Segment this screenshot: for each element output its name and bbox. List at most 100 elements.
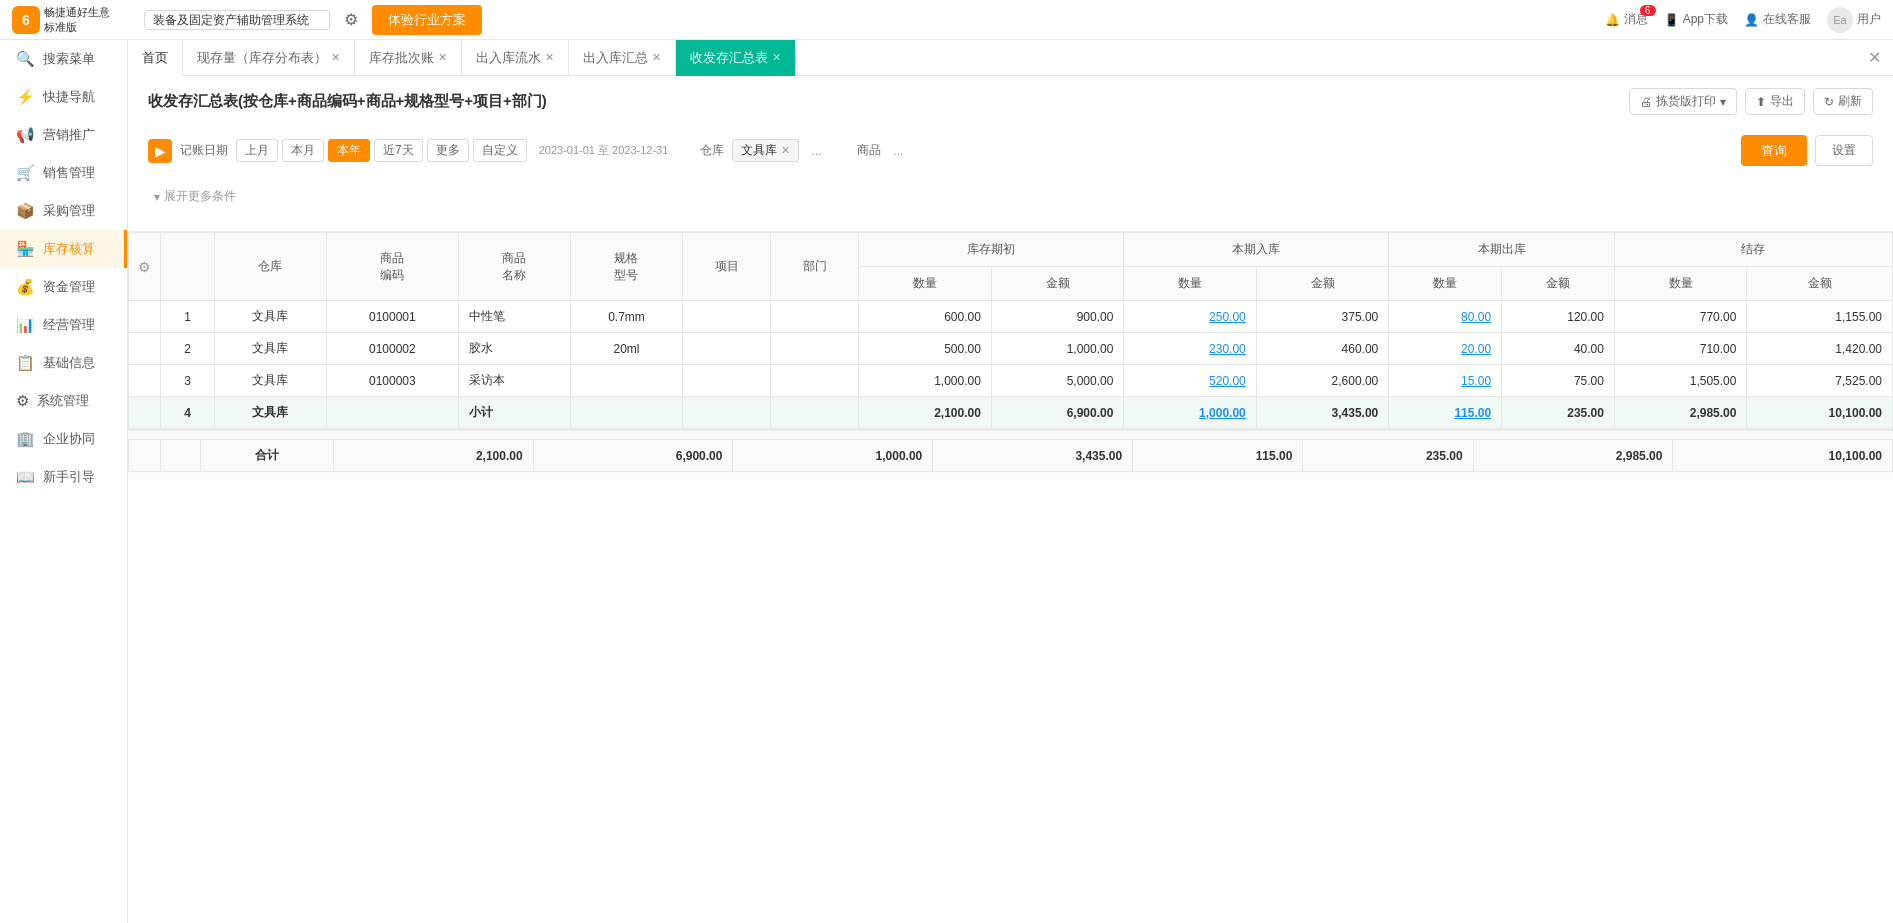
expand-conditions-button[interactable]: ▾ 展开更多条件 [148, 182, 242, 211]
sidebar-item-search[interactable]: 🔍 搜索菜单 [0, 40, 127, 78]
goods-more-btn[interactable]: ... [889, 144, 907, 158]
sidebar-label-newguide: 新手引导 [43, 468, 95, 486]
col-in-amt-header: 金额 [1256, 267, 1388, 301]
table-cell: 235.00 [1502, 397, 1615, 429]
sidebar-item-system[interactable]: ⚙ 系统管理 [0, 382, 127, 420]
tab-recv-send-summary[interactable]: 收发存汇总表 ✕ [676, 40, 796, 76]
date-btn-7days[interactable]: 近7天 [374, 139, 423, 162]
sidebar-item-enterprise[interactable]: 🏢 企业协同 [0, 420, 127, 458]
sidebar-item-sales[interactable]: 🛒 销售管理 [0, 154, 127, 192]
table-link[interactable]: 20.00 [1461, 342, 1491, 356]
table-link[interactable]: 230.00 [1209, 342, 1246, 356]
table-cell [129, 333, 161, 365]
tab-inventory-dist-close[interactable]: ✕ [331, 51, 340, 64]
tab-batch[interactable]: 库存批次账 ✕ [355, 40, 462, 76]
table-cell: 5,000.00 [991, 365, 1123, 397]
table-link[interactable]: 115.00 [1454, 406, 1491, 420]
date-btn-more[interactable]: 更多 [427, 139, 469, 162]
inventory-icon: 🏪 [16, 240, 35, 258]
col-out-amt-header: 金额 [1502, 267, 1615, 301]
table-cell: 10,100.00 [1747, 397, 1893, 429]
export-button[interactable]: ⬆ 导出 [1745, 88, 1805, 115]
date-btn-custom[interactable]: 自定义 [473, 139, 527, 162]
sidebar-item-purchase[interactable]: 📦 采购管理 [0, 192, 127, 230]
tab-inout-summary[interactable]: 出入库汇总 ✕ [569, 40, 676, 76]
sidebar-item-operation[interactable]: 📊 经营管理 [0, 306, 127, 344]
table-cell: 1 [161, 301, 215, 333]
tab-home[interactable]: 首页 [128, 40, 183, 76]
tab-bar-close-button[interactable]: ✕ [1856, 48, 1893, 67]
date-btn-this-month[interactable]: 本月 [282, 139, 324, 162]
table-cell: 文具库 [215, 301, 326, 333]
print-button[interactable]: 🖨 拣货版打印 ▾ [1629, 88, 1737, 115]
notification-badge: 6 [1640, 5, 1656, 16]
sidebar-item-basic[interactable]: 📋 基础信息 [0, 344, 127, 382]
col-ending-amt-header: 金额 [1747, 267, 1893, 301]
col-no-header [161, 233, 215, 301]
table-cell [771, 333, 859, 365]
table-link[interactable]: 80.00 [1461, 310, 1491, 324]
date-btn-this-year[interactable]: 本年 [328, 139, 370, 162]
table-area: ⚙ 仓库 商品编码 商品名称 规格型号 项目 部门 库存期初 [128, 232, 1893, 429]
service-icon: 👤 [1744, 13, 1759, 27]
tab-inventory-dist[interactable]: 现存量（库存分布表） ✕ [183, 40, 355, 76]
user-item[interactable]: Ea 用户 [1827, 7, 1881, 33]
sidebar-item-quicknav[interactable]: ⚡ 快捷导航 [0, 78, 127, 116]
tab-inout-summary-close[interactable]: ✕ [652, 51, 661, 64]
trial-button[interactable]: 体验行业方案 [372, 5, 482, 35]
table-cell[interactable]: 230.00 [1124, 333, 1256, 365]
system-selector[interactable]: 装备及固定资产辅助管理系统 [144, 10, 330, 30]
table-cell [771, 397, 859, 429]
sidebar-item-newguide[interactable]: 📖 新手引导 [0, 458, 127, 496]
table-cell[interactable]: 80.00 [1389, 301, 1502, 333]
table-cell: 1,420.00 [1747, 333, 1893, 365]
table-cell[interactable]: 1,000.00 [1124, 397, 1256, 429]
sidebar-item-inventory[interactable]: 🏪 库存核算 [0, 230, 127, 268]
table-link[interactable]: 520.00 [1209, 374, 1246, 388]
query-button[interactable]: 查询 [1741, 135, 1807, 166]
table-cell[interactable]: 520.00 [1124, 365, 1256, 397]
notification-item[interactable]: 🔔 消息 6 [1605, 11, 1648, 28]
table-cell[interactable]: 250.00 [1124, 301, 1256, 333]
online-service-item[interactable]: 👤 在线客服 [1744, 11, 1811, 28]
tab-bar: 首页 现存量（库存分布表） ✕ 库存批次账 ✕ 出入库流水 ✕ 出入库汇总 ✕ [128, 40, 1893, 76]
tab-inout-flow[interactable]: 出入库流水 ✕ [462, 40, 569, 76]
col-goods-code-header: 商品编码 [326, 233, 458, 301]
bell-icon: 🔔 [1605, 13, 1620, 27]
warehouse-tag-close[interactable]: ✕ [781, 144, 790, 157]
basic-icon: 📋 [16, 354, 35, 372]
filter-settings-button[interactable]: 设置 [1815, 135, 1873, 166]
table-settings-col-header[interactable]: ⚙ [129, 233, 161, 301]
table-cell[interactable]: 15.00 [1389, 365, 1502, 397]
sidebar-label-enterprise: 企业协同 [43, 430, 95, 448]
expand-filter-button[interactable]: ▶ [148, 139, 172, 163]
table-cell [771, 301, 859, 333]
logo-text: 畅捷通好生意 标准版 [44, 5, 110, 34]
table-link[interactable]: 15.00 [1461, 374, 1491, 388]
table-cell[interactable]: 115.00 [1389, 397, 1502, 429]
table-link[interactable]: 1,000.00 [1199, 406, 1246, 420]
table-link[interactable]: 250.00 [1209, 310, 1246, 324]
sidebar-item-finance[interactable]: 💰 资金管理 [0, 268, 127, 306]
sidebar-label-system: 系统管理 [37, 392, 89, 410]
tab-recv-send-summary-close[interactable]: ✕ [772, 51, 781, 64]
sidebar-item-marketing[interactable]: 📢 营销推广 [0, 116, 127, 154]
tab-inventory-dist-label: 现存量（库存分布表） [197, 49, 327, 67]
page-content-area: 收发存汇总表(按仓库+商品编码+商品+规格型号+项目+部门) 🖨 拣货版打印 ▾… [128, 76, 1893, 923]
table-cell: 460.00 [1256, 333, 1388, 365]
tab-batch-close[interactable]: ✕ [438, 51, 447, 64]
refresh-button[interactable]: ↻ 刷新 [1813, 88, 1873, 115]
date-btn-last-month[interactable]: 上月 [236, 139, 278, 162]
settings-icon[interactable]: ⚙ [344, 10, 358, 29]
search-icon: 🔍 [16, 50, 35, 68]
goods-filter-label: 商品 [857, 142, 881, 159]
gear-icon[interactable]: ⚙ [138, 259, 151, 275]
tab-inout-flow-close[interactable]: ✕ [545, 51, 554, 64]
table-cell: 3,435.00 [1256, 397, 1388, 429]
warehouse-more-btn[interactable]: ... [807, 144, 825, 158]
table-cell[interactable]: 20.00 [1389, 333, 1502, 365]
table-cell: 0100002 [326, 333, 458, 365]
main-content: 首页 现存量（库存分布表） ✕ 库存批次账 ✕ 出入库流水 ✕ 出入库汇总 ✕ [128, 40, 1893, 923]
col-ending-header: 结存 [1614, 233, 1892, 267]
app-download-item[interactable]: 📱 App下载 [1664, 11, 1728, 28]
